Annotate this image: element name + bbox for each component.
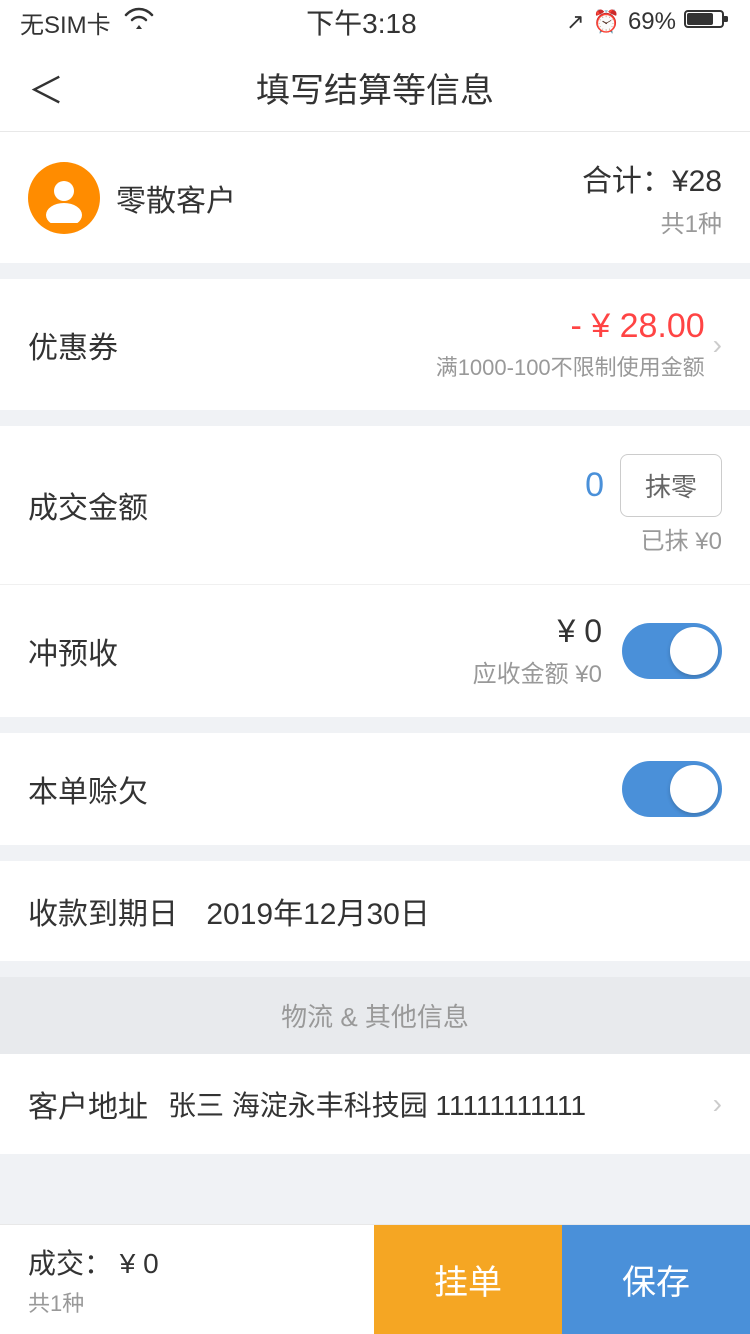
signal-text: 无SIM卡 — [20, 5, 111, 40]
address-row[interactable]: 客户地址 张三 海淀永丰科技园 11111111111 › — [0, 1054, 750, 1154]
status-right: ↗ ⏰ 69% — [566, 7, 730, 38]
prepay-right: ¥ 0 应收金额 ¥0 — [473, 613, 722, 689]
coupon-description: 满1000-100不限制使用金额 — [436, 350, 705, 382]
address-label: 客户地址 — [28, 1082, 148, 1126]
logistics-label: 物流 & 其他信息 — [281, 1002, 469, 1032]
transaction-amount-label: 成交金额 — [28, 483, 148, 527]
transaction-section: 成交金额 0 抹零 已抹 ¥0 冲预收 ¥ 0 应收金额 ¥0 — [0, 426, 750, 717]
bottom-bar: 成交： ¥ 0 共1种 挂单 保存 — [0, 1224, 750, 1334]
status-bar: 无SIM卡 下午3:18 ↗ ⏰ 69% — [0, 0, 750, 44]
coupon-label: 优惠券 — [28, 323, 118, 367]
address-chevron-icon: › — [713, 1088, 722, 1120]
total-amount: 合计：¥28 — [582, 156, 722, 200]
customer-name: 零散客户 — [116, 176, 236, 220]
toggle-knob — [670, 627, 718, 675]
total-count: 共1种 — [582, 204, 722, 239]
bottom-trade-label: 成交： — [28, 1248, 112, 1279]
prepay-row: 冲预收 ¥ 0 应收金额 ¥0 — [0, 585, 750, 717]
coupon-row[interactable]: 优惠券 - ¥ 28.00 满1000-100不限制使用金额 › — [0, 279, 750, 410]
logistics-divider: 物流 & 其他信息 — [0, 977, 750, 1054]
customer-total: 合计：¥28 共1种 — [582, 156, 722, 239]
time-display: 下午3:18 — [306, 2, 417, 42]
duedate-label: 收款到期日 — [28, 898, 178, 931]
battery-text: 69% — [628, 8, 676, 36]
location-icon: ↗ — [566, 9, 584, 35]
page-title: 填写结算等信息 — [256, 63, 494, 112]
battery-icon — [684, 7, 730, 38]
customer-info: 零散客户 — [28, 162, 236, 234]
alarm-icon: ⏰ — [593, 9, 620, 35]
transaction-amount-row: 成交金额 0 抹零 已抹 ¥0 — [0, 426, 750, 585]
prepay-amount-block: ¥ 0 应收金额 ¥0 — [473, 613, 602, 689]
already-rounded: 已抹 ¥0 — [585, 521, 722, 556]
duedate-value: 2019年12月30日 — [206, 898, 429, 931]
duedate-row: 收款到期日 2019年12月30日 — [0, 861, 750, 961]
bottom-count: 共1种 — [28, 1286, 346, 1318]
coupon-discount: - ¥ 28.00 — [436, 307, 705, 346]
save-button[interactable]: 保存 — [562, 1225, 750, 1334]
wifi-icon — [121, 7, 157, 38]
bottom-trade: 成交： ¥ 0 — [28, 1242, 346, 1282]
debt-label: 本单赊欠 — [28, 767, 148, 811]
avatar — [28, 162, 100, 234]
debt-toggle[interactable] — [622, 761, 722, 817]
coupon-content: - ¥ 28.00 满1000-100不限制使用金额 — [436, 307, 705, 382]
debt-section: 本单赊欠 — [0, 733, 750, 845]
transaction-amount-value: 0 — [585, 466, 604, 505]
prepay-receivable: 应收金额 ¥0 — [473, 654, 602, 689]
prepay-amount: ¥ 0 — [473, 613, 602, 650]
address-value: 张三 海淀永丰科技园 11111111111 — [168, 1084, 713, 1124]
prepay-label: 冲预收 — [28, 629, 118, 673]
back-button[interactable]: ＜ — [28, 62, 64, 114]
bottom-summary: 成交： ¥ 0 共1种 — [0, 1242, 374, 1318]
nav-bar: ＜ 填写结算等信息 — [0, 44, 750, 132]
prepay-toggle[interactable] — [622, 623, 722, 679]
customer-row: 零散客户 合计：¥28 共1种 — [0, 132, 750, 263]
debt-toggle-knob — [670, 765, 718, 813]
round-off-button[interactable]: 抹零 — [620, 454, 722, 517]
bottom-trade-amount: ¥ 0 — [120, 1248, 159, 1279]
transaction-amount-right: 0 抹零 已抹 ¥0 — [585, 454, 722, 556]
status-left: 无SIM卡 — [20, 5, 157, 40]
chevron-right-icon: › — [713, 329, 722, 361]
hold-order-button[interactable]: 挂单 — [374, 1225, 562, 1334]
coupon-right: - ¥ 28.00 满1000-100不限制使用金额 › — [436, 307, 722, 382]
